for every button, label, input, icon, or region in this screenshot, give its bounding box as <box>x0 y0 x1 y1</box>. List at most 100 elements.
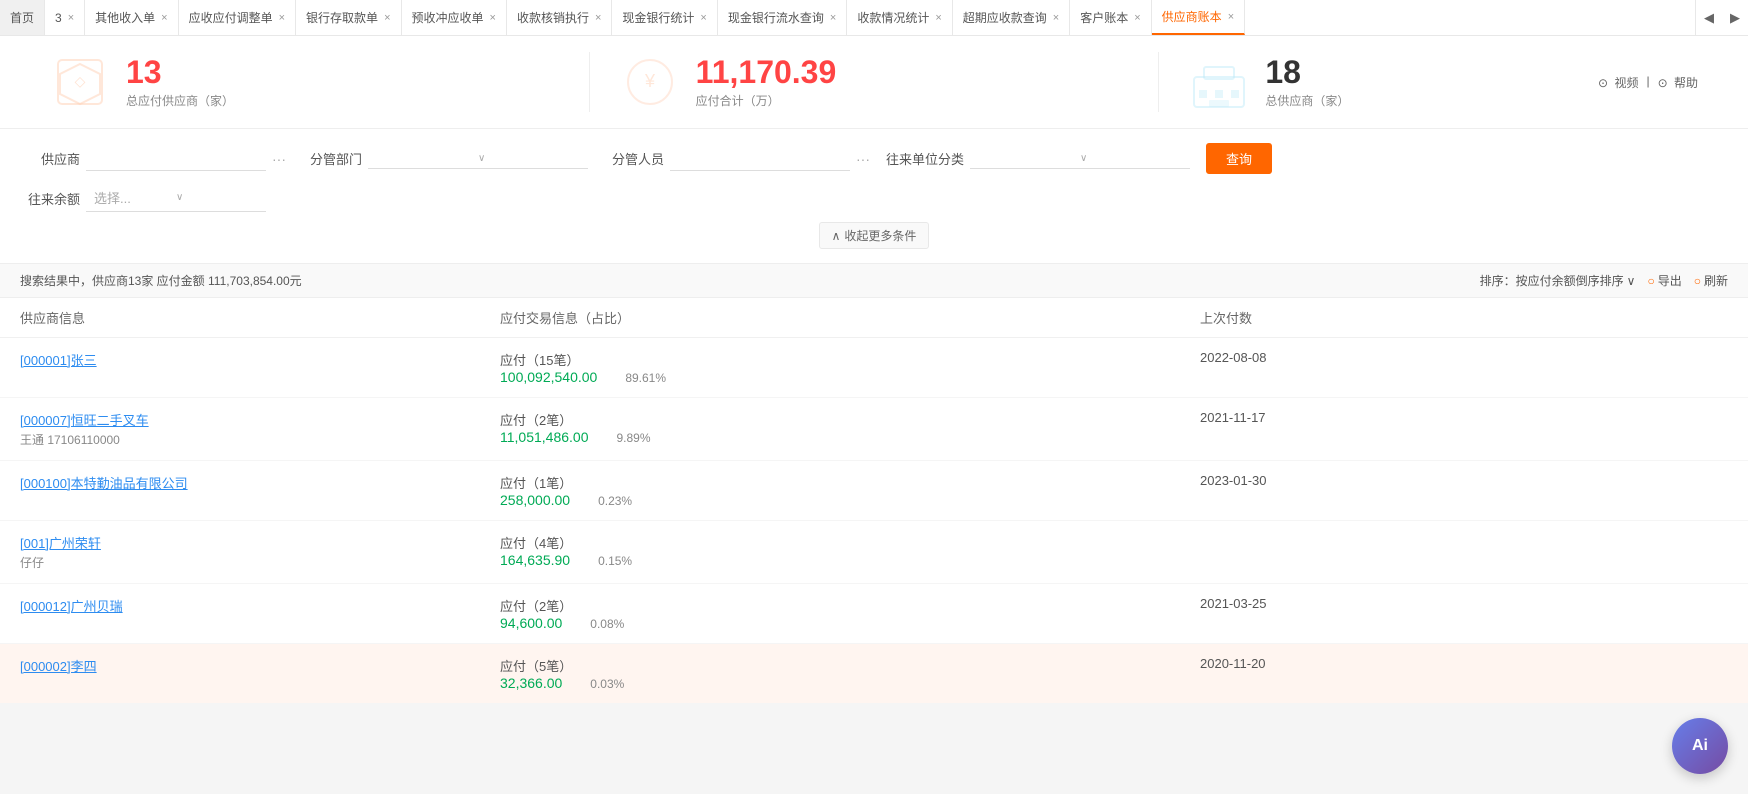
nav-label-bank-deposit: 银行存取款单 <box>306 9 378 26</box>
sort-arrow-icon: ∨ <box>1627 274 1636 288</box>
supplier-link-4[interactable]: [001]广州荣轩 <box>20 533 500 552</box>
supplier-sub-4: 仔仔 <box>20 554 500 571</box>
close-ar-ap-icon[interactable]: × <box>279 12 285 24</box>
supplier-dots-icon[interactable]: ··· <box>272 151 286 167</box>
supplier-cell-2: [000007]恒旺二手叉车 王通 17106110000 <box>20 410 500 448</box>
refresh-button[interactable]: ○ 刷新 <box>1694 272 1728 289</box>
tx-type-2: 应付（2笔） <box>500 410 1200 429</box>
supplier-cell-5: [000012]广州贝瑞 <box>20 596 500 615</box>
tx-type-4: 应付（4笔） <box>500 533 1200 552</box>
stat-value-total-suppliers: 18 <box>1265 56 1349 88</box>
last-pay-date-3: 2023-01-30 <box>1200 473 1267 488</box>
close-customer-book-icon[interactable]: × <box>1134 12 1140 24</box>
nav-label-receipt-verify: 收款核销执行 <box>517 9 589 26</box>
dept-label: 分管部门 <box>302 149 362 168</box>
tx-amount-6[interactable]: 32,366.00 <box>500 675 562 691</box>
close-pre-receipt-icon[interactable]: × <box>490 12 496 24</box>
svg-text:¥: ¥ <box>644 71 656 91</box>
transaction-cell-4: 应付（4笔） 164,635.90 0.15% <box>500 533 1200 568</box>
tx-type-1: 应付（15笔） <box>500 350 1200 369</box>
nav-item-pre-receipt[interactable]: 预收冲应收单 × <box>402 0 507 35</box>
tx-percent-6: 0.03% <box>590 677 624 691</box>
nav-label-tab3: 3 <box>55 11 62 25</box>
close-overdue-ar-icon[interactable]: × <box>1053 12 1059 24</box>
tx-amount-1[interactable]: 100,092,540.00 <box>500 369 597 385</box>
dept-select[interactable]: ∨ <box>368 149 588 169</box>
stat-card-total-suppliers: 18 总供应商（家） ⊙ 视频 | ⊙ 帮助 <box>1159 52 1728 112</box>
collapse-button[interactable]: ∧ 收起更多条件 <box>819 222 930 249</box>
close-receipt-stat-icon[interactable]: × <box>935 12 941 24</box>
payable-total-icon: ¥ <box>620 52 680 112</box>
last-pay-date-2: 2021-11-17 <box>1200 410 1266 425</box>
close-other-income-icon[interactable]: × <box>161 12 167 24</box>
tx-amount-2[interactable]: 11,051,486.00 <box>500 429 589 445</box>
nav-item-customer-book[interactable]: 客户账本 × <box>1070 0 1151 35</box>
nav-item-cash-bank-flow[interactable]: 现金银行流水查询 × <box>718 0 847 35</box>
nav-item-cash-bank-stat[interactable]: 现金银行统计 × <box>612 0 717 35</box>
supplier-link-3[interactable]: [000100]本特勤油品有限公司 <box>20 473 500 492</box>
supplier-link-5[interactable]: [000012]广州贝瑞 <box>20 596 500 615</box>
balance-dropdown-icon: ∨ <box>176 192 258 203</box>
supplier-input[interactable] <box>86 147 266 171</box>
close-bank-icon[interactable]: × <box>384 12 390 24</box>
results-summary: 搜索结果中，供应商13家 应付金额 111,703,854.00元 <box>20 272 302 289</box>
nav-prev-button[interactable]: ◀ <box>1696 0 1722 36</box>
help-link[interactable]: ⊙ 帮助 <box>1658 74 1698 91</box>
nav-item-receipt-stat[interactable]: 收款情况统计 × <box>847 0 952 35</box>
close-supplier-book-icon[interactable]: × <box>1228 11 1234 23</box>
tx-type-3: 应付（1笔） <box>500 473 1200 492</box>
export-button[interactable]: ○ 导出 <box>1647 272 1681 289</box>
person-input[interactable] <box>670 147 850 171</box>
tx-amount-3[interactable]: 258,000.00 <box>500 492 570 508</box>
last-pay-date-1: 2022-08-08 <box>1200 350 1267 365</box>
filter-dept: 分管部门 ∨ <box>302 149 588 169</box>
person-label: 分管人员 <box>604 149 664 168</box>
ai-assistant-button[interactable]: Ai <box>1672 718 1728 774</box>
video-link[interactable]: ⊙ 视频 <box>1598 74 1638 91</box>
sort-button[interactable]: 排序：按应付余额倒序排序 ∨ <box>1480 272 1636 289</box>
nav-item-overdue-ar[interactable]: 超期应收款查询 × <box>953 0 1070 35</box>
top-right-separator: | <box>1646 74 1649 91</box>
tx-amount-5[interactable]: 94,600.00 <box>500 615 562 631</box>
tx-info-6: 应付（5笔） 32,366.00 0.03% <box>500 656 1200 691</box>
nav-label-ar-ap-adjust: 应收应付调整单 <box>189 9 273 26</box>
supplier-link-2[interactable]: [000007]恒旺二手叉车 <box>20 410 500 429</box>
nav-item-home[interactable]: 首页 <box>0 0 45 35</box>
table-row: [000002]李四 应付（5笔） 32,366.00 0.03% 2020-1… <box>0 644 1748 704</box>
nav-item-bank-deposit[interactable]: 银行存取款单 × <box>296 0 401 35</box>
help-circle-icon: ⊙ <box>1658 76 1668 90</box>
supplier-sub-2: 王通 17106110000 <box>20 431 500 448</box>
supplier-cell-6: [000002]李四 <box>20 656 500 675</box>
nav-item-receipt-verify[interactable]: 收款核销执行 × <box>507 0 612 35</box>
tx-info-3: 应付（1笔） 258,000.00 0.23% <box>500 473 1200 508</box>
lastpay-cell-3: 2023-01-30 <box>1200 473 1728 488</box>
nav-item-ar-ap-adjust[interactable]: 应收应付调整单 × <box>179 0 296 35</box>
supplier-link-6[interactable]: [000002]李四 <box>20 656 500 675</box>
supplier-link-1[interactable]: [000001]张三 <box>20 350 500 369</box>
dept-dropdown-icon: ∨ <box>478 153 580 164</box>
tx-info-1: 应付（15笔） 100,092,540.00 89.61% <box>500 350 1200 385</box>
collapse-up-icon: ∧ <box>832 229 841 243</box>
tx-amount-4[interactable]: 164,635.90 <box>500 552 570 568</box>
close-tab3-icon[interactable]: × <box>68 12 74 24</box>
nav-label-supplier-book: 供应商账本 <box>1162 8 1222 25</box>
supplier-cell-4: [001]广州荣轩 仔仔 <box>20 533 500 571</box>
search-button[interactable]: 查询 <box>1206 143 1272 174</box>
category-select[interactable]: ∨ <box>970 149 1190 169</box>
person-dots-icon[interactable]: ··· <box>856 151 870 167</box>
balance-select[interactable]: 选择... ∨ <box>86 184 266 212</box>
close-receipt-verify-icon[interactable]: × <box>595 12 601 24</box>
filter-balance: 往来余额 选择... ∨ <box>20 184 266 212</box>
stat-card-payable-total: ¥ 11,170.39 应付合计（万） <box>590 52 1160 112</box>
stat-top-right: ⊙ 视频 | ⊙ 帮助 <box>1598 74 1698 91</box>
tx-type-6: 应付（5笔） <box>500 656 1200 675</box>
nav-arrows: ◀ ▶ <box>1695 0 1748 36</box>
close-cash-bank-stat-icon[interactable]: × <box>700 12 706 24</box>
close-cash-bank-flow-icon[interactable]: × <box>830 12 836 24</box>
table-row: [001]广州荣轩 仔仔 应付（4笔） 164,635.90 0.15% <box>0 521 1748 584</box>
nav-item-tab3[interactable]: 3 × <box>45 0 85 35</box>
nav-next-button[interactable]: ▶ <box>1722 0 1748 36</box>
nav-item-supplier-book[interactable]: 供应商账本 × <box>1152 0 1245 35</box>
nav-item-other-income[interactable]: 其他收入单 × <box>85 0 178 35</box>
nav-label-other-income: 其他收入单 <box>95 9 155 26</box>
